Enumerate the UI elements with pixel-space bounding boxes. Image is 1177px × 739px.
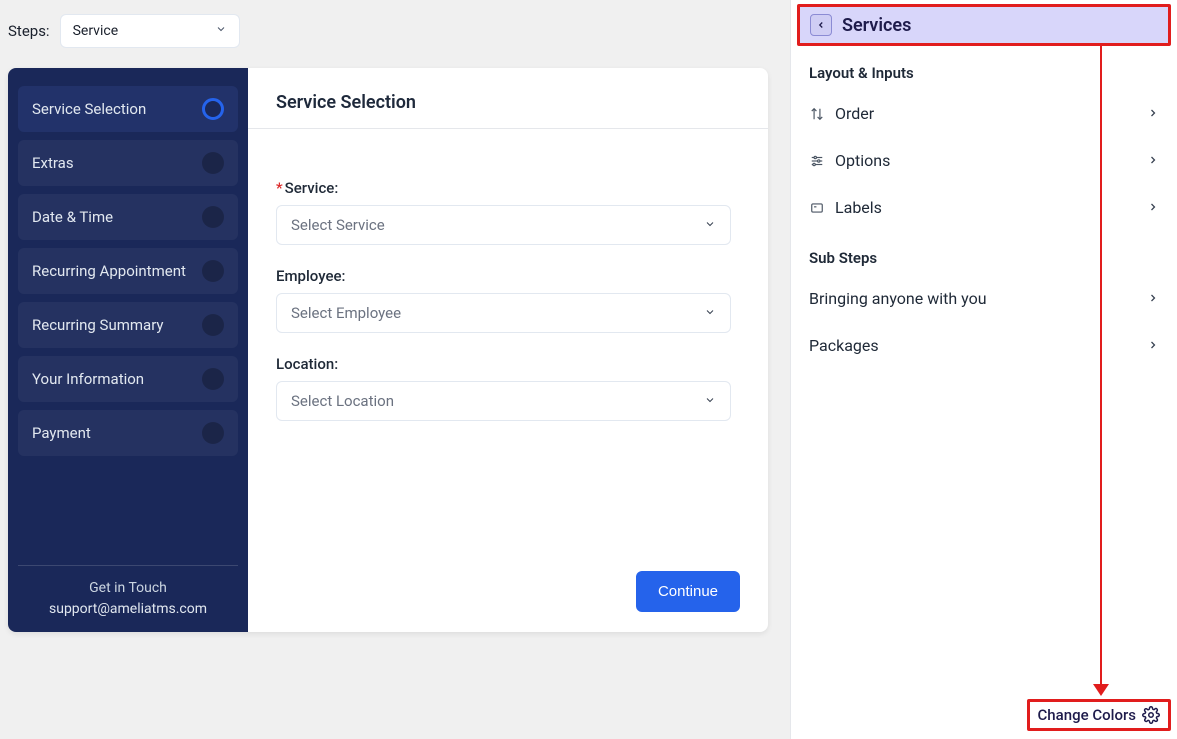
rp-item-label: Packages: [809, 336, 879, 355]
rp-item-label: Bringing anyone with you: [809, 289, 987, 308]
change-colors-button[interactable]: Change Colors: [1027, 699, 1172, 731]
service-select[interactable]: Select Service: [276, 205, 731, 245]
sidebar-footer: Get in Touch support@ameliatms.com: [18, 578, 238, 620]
chevron-down-icon: [704, 392, 716, 410]
right-panel: Services Layout & Inputs Order Options L…: [790, 0, 1177, 739]
step-dot-icon: [202, 260, 224, 282]
annotation-arrow-head: [1093, 684, 1109, 696]
chevron-right-icon: [1147, 289, 1159, 308]
footer-line1: Get in Touch: [18, 578, 238, 599]
step-dot-icon: [202, 98, 224, 120]
rp-item-bringing-anyone[interactable]: Bringing anyone with you: [791, 275, 1177, 322]
step-dot-icon: [202, 152, 224, 174]
rp-item-order[interactable]: Order: [791, 90, 1177, 137]
chevron-down-icon: [215, 23, 227, 39]
steps-select-value: Service: [73, 23, 119, 39]
sidebar-item-extras[interactable]: Extras: [18, 140, 238, 186]
labels-icon: [809, 201, 825, 215]
sidebar-item-recurring-appointment[interactable]: Recurring Appointment: [18, 248, 238, 294]
steps-label: Steps:: [8, 22, 50, 40]
booking-card: Service Selection Extras Date & Time Rec…: [8, 68, 768, 632]
select-placeholder: Select Location: [291, 392, 394, 410]
footer-line2: support@ameliatms.com: [18, 599, 238, 620]
steps-select[interactable]: Service: [60, 14, 240, 48]
sidebar-item-payment[interactable]: Payment: [18, 410, 238, 456]
gear-icon: [1142, 706, 1160, 724]
sidebar-item-service-selection[interactable]: Service Selection: [18, 86, 238, 132]
step-dot-icon: [202, 422, 224, 444]
rp-item-label: Labels: [835, 198, 882, 217]
page-title: Service Selection: [276, 92, 740, 129]
step-dot-icon: [202, 206, 224, 228]
sidebar: Service Selection Extras Date & Time Rec…: [8, 68, 248, 632]
right-panel-title: Services: [842, 15, 911, 36]
rp-item-options[interactable]: Options: [791, 137, 1177, 184]
rp-item-packages[interactable]: Packages: [791, 322, 1177, 369]
location-select[interactable]: Select Location: [276, 381, 731, 421]
section-sub-steps: Sub Steps: [791, 231, 1177, 275]
employee-label: Employee:: [276, 267, 740, 285]
sidebar-item-label: Your Information: [32, 370, 144, 388]
select-placeholder: Select Employee: [291, 304, 401, 322]
chevron-right-icon: [1147, 336, 1159, 355]
change-colors-label: Change Colors: [1038, 706, 1137, 724]
rp-item-label: Options: [835, 151, 890, 170]
sidebar-item-label: Recurring Summary: [32, 316, 164, 334]
chevron-down-icon: [704, 216, 716, 234]
right-panel-header: Services: [797, 4, 1171, 46]
chevron-right-icon: [1147, 151, 1159, 170]
sidebar-item-label: Recurring Appointment: [32, 262, 186, 280]
service-label: *Service:: [276, 179, 740, 197]
order-icon: [809, 107, 825, 121]
sidebar-item-recurring-summary[interactable]: Recurring Summary: [18, 302, 238, 348]
options-icon: [809, 154, 825, 168]
sidebar-item-label: Payment: [32, 424, 91, 442]
sidebar-item-label: Service Selection: [32, 100, 146, 118]
divider: [248, 128, 768, 129]
rp-item-labels[interactable]: Labels: [791, 184, 1177, 231]
step-dot-icon: [202, 314, 224, 336]
main-panel: Service Selection *Service: Select Servi…: [248, 68, 768, 632]
chevron-down-icon: [704, 304, 716, 322]
section-layout-inputs: Layout & Inputs: [791, 46, 1177, 90]
employee-select[interactable]: Select Employee: [276, 293, 731, 333]
step-dot-icon: [202, 368, 224, 390]
annotation-arrow-line: [1100, 46, 1102, 686]
location-label: Location:: [276, 355, 740, 373]
chevron-right-icon: [1147, 104, 1159, 123]
sidebar-item-date-time[interactable]: Date & Time: [18, 194, 238, 240]
sidebar-item-label: Date & Time: [32, 208, 113, 226]
select-placeholder: Select Service: [291, 216, 385, 234]
sidebar-item-label: Extras: [32, 154, 74, 172]
sidebar-item-your-information[interactable]: Your Information: [18, 356, 238, 402]
back-button[interactable]: [810, 14, 832, 36]
continue-button[interactable]: Continue: [636, 571, 740, 612]
chevron-right-icon: [1147, 198, 1159, 217]
rp-item-label: Order: [835, 104, 874, 123]
